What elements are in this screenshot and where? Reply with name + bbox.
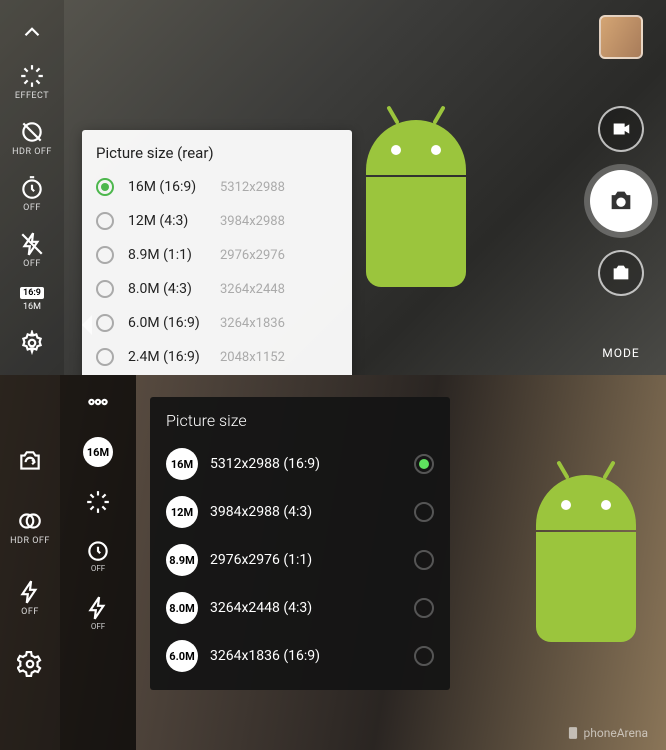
- camera-ui-top: EFFECT HDR OFF OFF OFF 16:9 16M Picture …: [0, 0, 666, 375]
- switch-camera-icon: [610, 262, 632, 284]
- hdr-label: HDR OFF: [10, 536, 50, 546]
- phone-icon: [566, 726, 580, 740]
- flash-sub-button[interactable]: OFF: [85, 595, 111, 631]
- flash-button[interactable]: OFF: [17, 579, 43, 617]
- timer-button[interactable]: OFF: [85, 537, 111, 573]
- radio-icon: [414, 598, 434, 618]
- hdr-off-icon: [19, 119, 45, 145]
- collapse-button[interactable]: [19, 19, 45, 45]
- size-option[interactable]: 8.0M3264x2448 (4:3): [166, 584, 434, 632]
- timer-off-label: OFF: [91, 564, 105, 573]
- gear-icon: [17, 651, 43, 677]
- radio-icon: [96, 314, 114, 332]
- gear-icon: [19, 330, 45, 356]
- flash-off-label: OFF: [91, 622, 105, 631]
- switch-camera-icon: [17, 448, 43, 474]
- android-figurine: [326, 120, 506, 350]
- switch-camera-button[interactable]: [17, 448, 43, 474]
- gallery-thumbnail[interactable]: [599, 15, 643, 59]
- size-badge: 16M: [83, 437, 113, 467]
- android-figurine: [496, 475, 666, 705]
- hdr-button[interactable]: HDR OFF: [12, 119, 52, 157]
- size-option[interactable]: 6.0M3264x1836 (16:9): [166, 632, 434, 680]
- chevron-up-icon: [19, 19, 45, 45]
- more-icon: [85, 389, 111, 415]
- timer-icon: [85, 537, 111, 563]
- shutter-button[interactable]: [590, 170, 652, 232]
- radio-icon: [414, 646, 434, 666]
- effect-button[interactable]: [85, 489, 111, 515]
- mp-badge: 8.9M: [166, 544, 198, 576]
- flash-button[interactable]: OFF: [19, 231, 45, 269]
- secondary-toolbar: 16M OFF OFF: [60, 375, 136, 750]
- popup-title: Picture size (rear): [96, 144, 338, 162]
- radio-icon: [96, 246, 114, 264]
- mp-badge: 16M: [166, 448, 198, 480]
- size-option[interactable]: 12M3984x2988 (4:3): [166, 488, 434, 536]
- settings-button[interactable]: [19, 330, 45, 356]
- right-toolbar: MODE: [586, 0, 656, 375]
- flash-off-icon: [19, 231, 45, 257]
- mp-badge: 8.0M: [166, 592, 198, 624]
- flash-icon: [85, 595, 111, 621]
- hdr-icon: [17, 508, 43, 534]
- mp-badge: 12M: [166, 496, 198, 528]
- camera-ui-bottom: HDR OFF OFF 16M OFF OFF Picture size: [0, 375, 666, 750]
- video-icon: [610, 118, 632, 140]
- more-button[interactable]: [85, 389, 111, 415]
- popup-title: Picture size: [166, 411, 434, 430]
- radio-icon: [96, 178, 114, 196]
- size-option[interactable]: 16M5312x2988 (16:9): [166, 440, 434, 488]
- radio-icon: [96, 348, 114, 366]
- radio-icon: [414, 454, 434, 474]
- size-option[interactable]: 2.4M (16:9)2048x1152: [96, 340, 338, 374]
- radio-icon: [96, 280, 114, 298]
- left-toolbar: HDR OFF OFF: [0, 375, 60, 750]
- picture-size-button[interactable]: 16M: [83, 437, 113, 467]
- timer-button[interactable]: OFF: [19, 175, 45, 213]
- picture-size-popup: Picture size (rear) 16M (16:9)5312x2988 …: [82, 130, 352, 380]
- mode-button[interactable]: MODE: [602, 346, 639, 360]
- switch-camera-button[interactable]: [598, 250, 644, 296]
- radio-icon: [414, 502, 434, 522]
- flash-label: OFF: [23, 259, 41, 269]
- camera-icon: [607, 187, 635, 215]
- size-option[interactable]: 8.9M (1:1)2976x2976: [96, 238, 338, 272]
- radio-icon: [414, 550, 434, 570]
- flash-icon: [17, 579, 43, 605]
- picture-size-button[interactable]: 16:9 16M: [20, 287, 44, 312]
- ratio-mp-label: 16M: [23, 302, 41, 312]
- picture-size-popup: Picture size 16M5312x2988 (16:9) 12M3984…: [150, 397, 450, 690]
- hdr-button[interactable]: HDR OFF: [10, 508, 50, 546]
- hdr-label: HDR OFF: [12, 147, 52, 157]
- settings-button[interactable]: [17, 651, 43, 677]
- watermark: phoneArena: [566, 726, 648, 740]
- radio-icon: [96, 212, 114, 230]
- sparkle-icon: [19, 63, 45, 89]
- timer-label: OFF: [23, 203, 41, 213]
- size-option[interactable]: 12M (4:3)3984x2988: [96, 204, 338, 238]
- timer-icon: [19, 175, 45, 201]
- size-option[interactable]: 16M (16:9)5312x2988: [96, 170, 338, 204]
- size-option[interactable]: 6.0M (16:9)3264x1836: [96, 306, 338, 340]
- flash-label: OFF: [21, 607, 39, 617]
- mp-badge: 6.0M: [166, 640, 198, 672]
- effect-label: EFFECT: [15, 91, 49, 101]
- size-option[interactable]: 8.0M (4:3)3264x2448: [96, 272, 338, 306]
- video-button[interactable]: [598, 106, 644, 152]
- ratio-badge: 16:9: [20, 287, 44, 299]
- left-toolbar: EFFECT HDR OFF OFF OFF 16:9 16M: [0, 0, 64, 375]
- size-option[interactable]: 8.9M2976x2976 (1:1): [166, 536, 434, 584]
- effect-button[interactable]: EFFECT: [15, 63, 49, 101]
- sparkle-icon: [85, 489, 111, 515]
